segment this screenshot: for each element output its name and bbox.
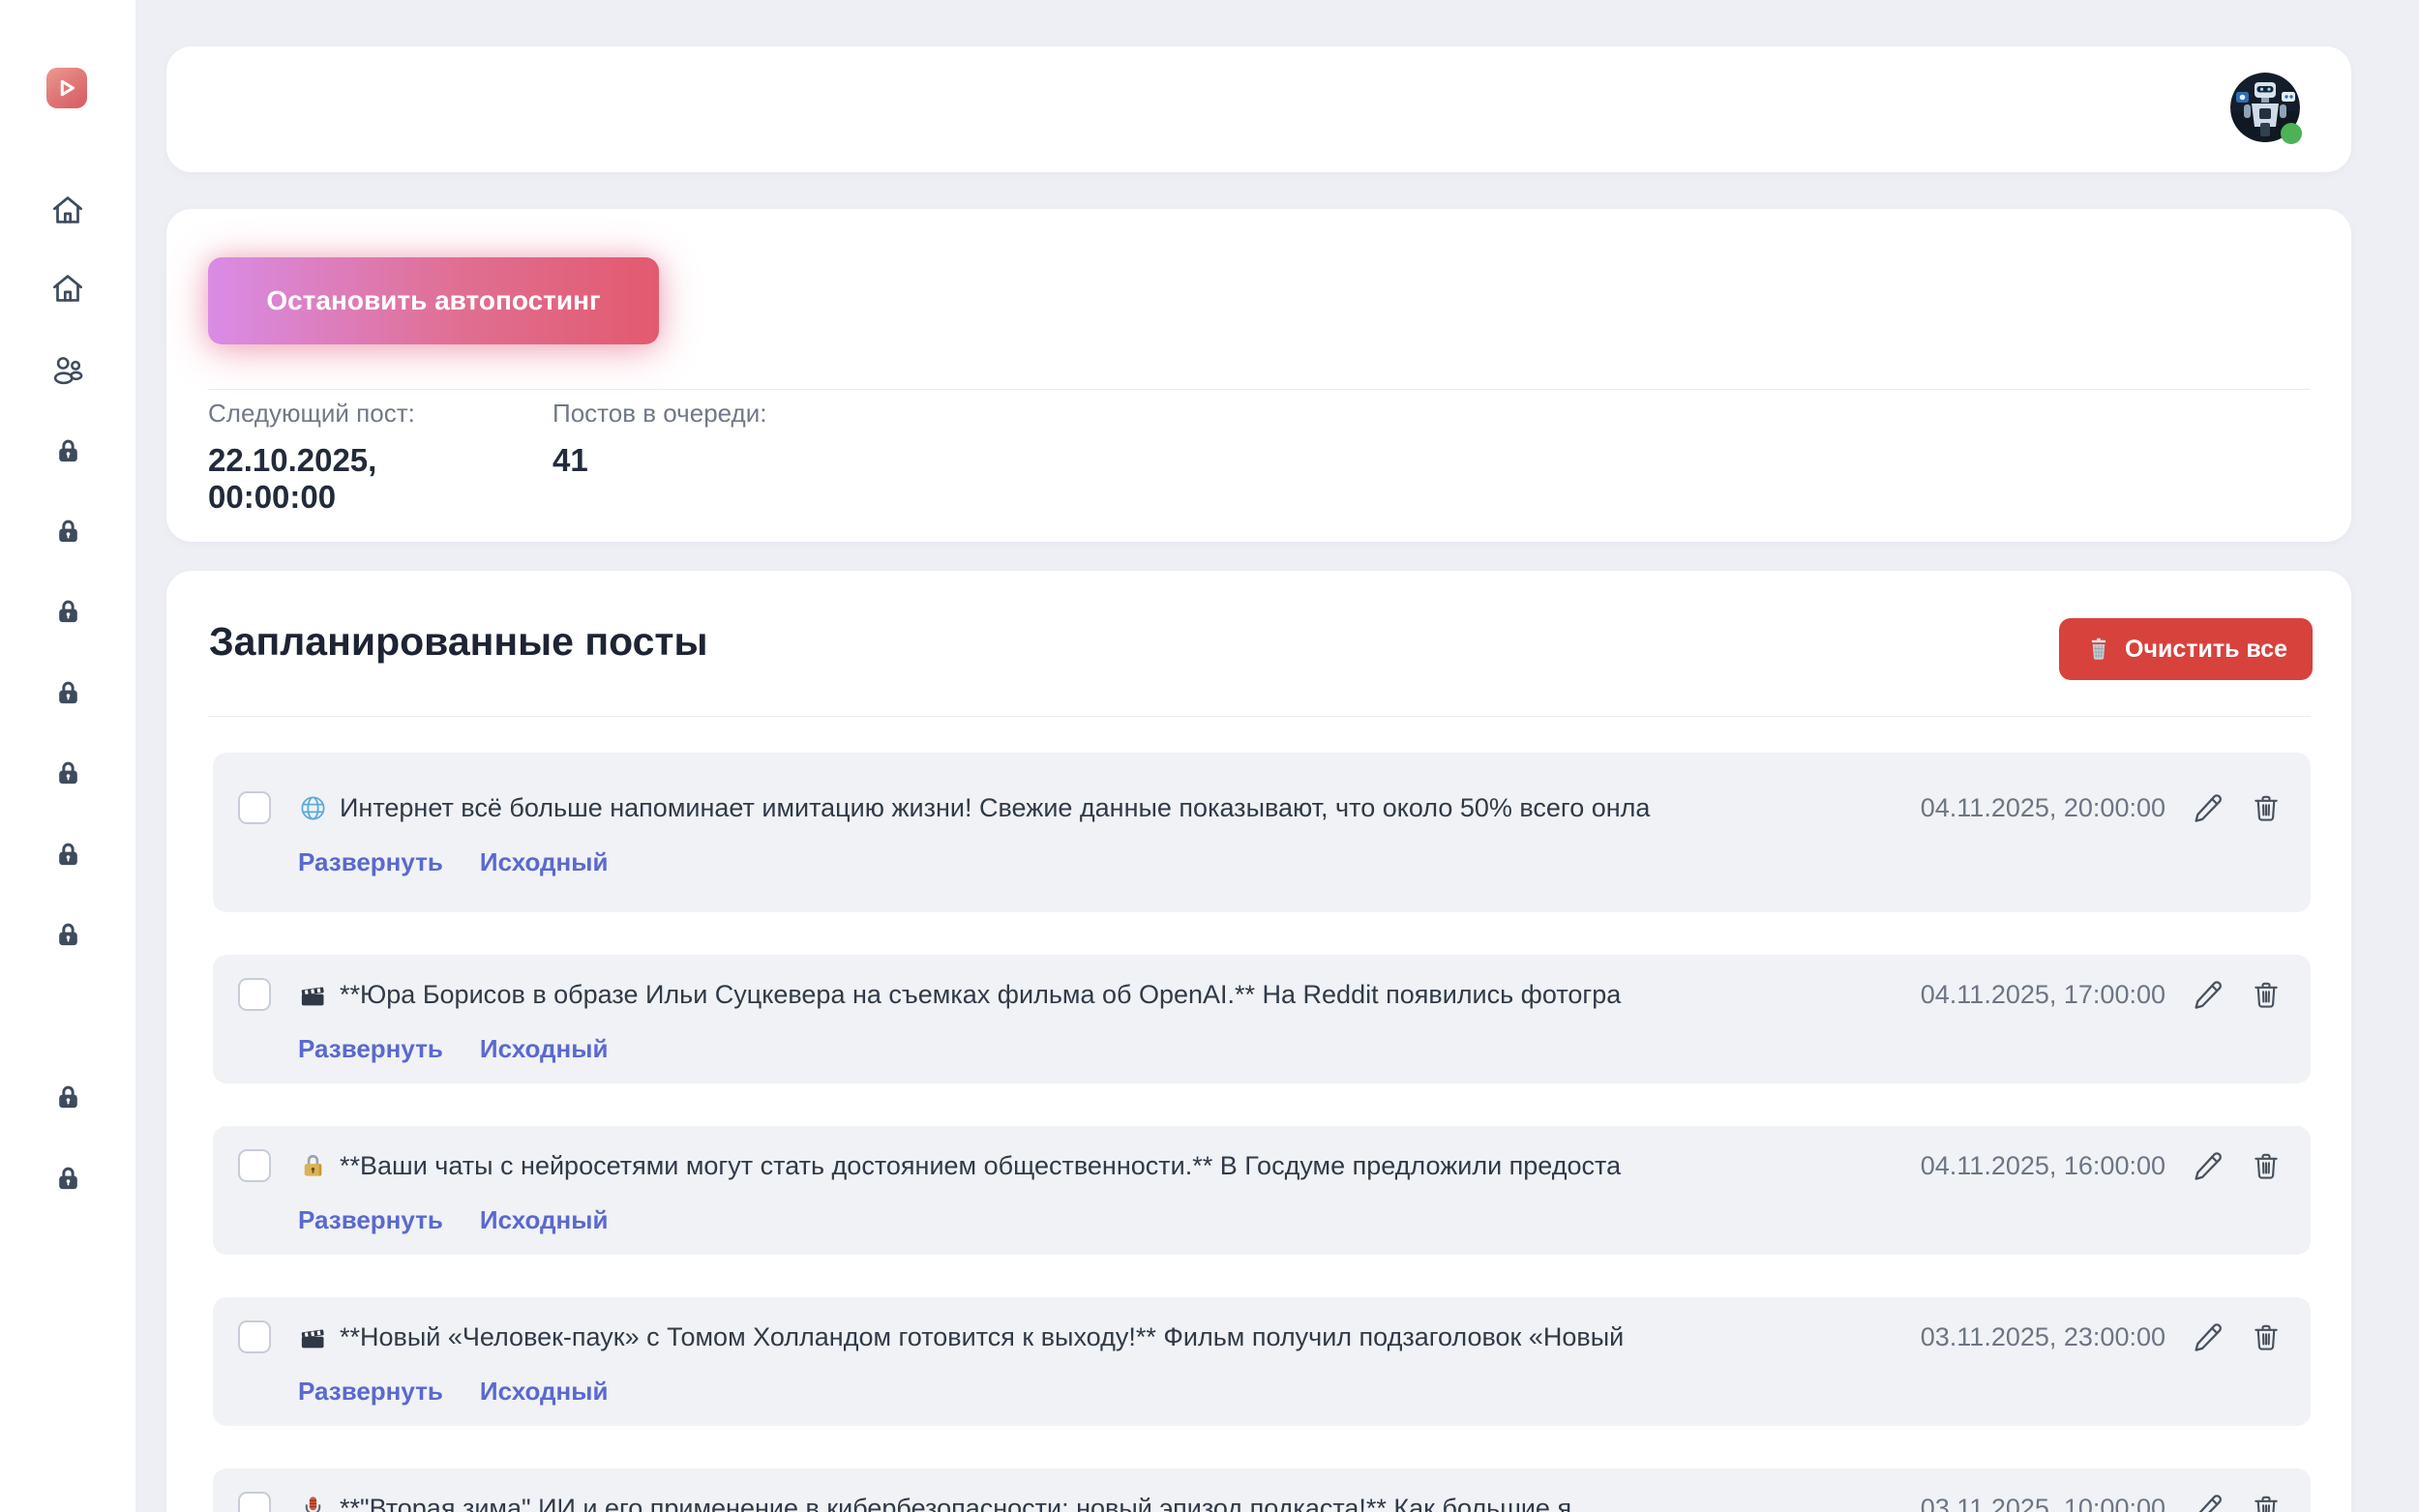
topbar [166,46,2351,172]
online-status-dot [2281,123,2302,144]
post-content: **"Вторая зима" ИИ и его применение в ки… [298,1492,1890,1512]
post-select-checkbox[interactable] [238,791,271,824]
page-title: Запланированные посты [209,619,708,664]
app-root: Остановить автопостинг Следующий пост: 2… [0,0,2419,1512]
post-row: **"Вторая зима" ИИ и его применение в ки… [213,1468,2311,1512]
post-content: **Новый «Человек-паук» с Томом Холландом… [298,1320,1890,1407]
sidebar-item-users[interactable] [48,351,87,390]
sidebar-item-home-1[interactable] [48,191,87,229]
post-row: **Новый «Человек-паук» с Томом Холландом… [213,1297,2311,1426]
sidebar [0,0,135,1512]
globe-icon [298,793,328,823]
trash-basket-icon [2084,635,2113,664]
queue-label: Постов в очереди: [552,399,767,428]
clapperboard-icon [298,980,328,1010]
lock-icon [53,920,83,950]
sidebar-item-lock-4[interactable] [48,673,87,712]
post-select-checkbox[interactable] [238,1492,271,1512]
lock-icon [53,678,83,708]
expand-link[interactable]: Развернуть [298,847,443,877]
delete-post-icon[interactable] [2251,1150,2282,1181]
source-link[interactable]: Исходный [480,1034,609,1064]
sidebar-item-lock-1[interactable] [48,431,87,470]
autoposting-stats: Следующий пост: 22.10.2025, 00:00:00 Пос… [208,399,897,516]
post-datetime: 03.11.2025, 23:00:00 [1920,1321,2165,1351]
sidebar-item-lock-6[interactable] [48,835,87,874]
expand-link[interactable]: Развернуть [298,1205,443,1235]
microphone-icon [298,1494,328,1512]
sidebar-item-lock-3[interactable] [48,592,87,631]
app-logo[interactable] [46,68,87,108]
clear-all-label: Очистить все [2125,635,2287,663]
delete-post-icon[interactable] [2251,1493,2282,1512]
next-post-label: Следующий пост: [208,399,415,428]
post-datetime: 04.11.2025, 16:00:00 [1920,1150,2165,1180]
lock-icon [53,840,83,870]
sidebar-item-lock-2[interactable] [48,512,87,550]
users-icon [50,353,85,388]
post-content: **Юра Борисов в образе Ильи Суцкевера на… [298,978,1890,1064]
sidebar-item-lock-9[interactable] [48,1159,87,1198]
sidebar-item-lock-7[interactable] [48,915,87,954]
delete-post-icon[interactable] [2251,979,2282,1010]
queue-value: 41 [552,442,588,478]
delete-post-icon[interactable] [2251,1321,2282,1352]
post-select-checkbox[interactable] [238,1320,271,1353]
post-row: Интернет всё больше напоминает имитацию … [213,753,2311,912]
expand-link[interactable]: Развернуть [298,1034,443,1064]
post-text: **Юра Борисов в образе Ильи Суцкевера на… [340,980,1622,1009]
queue-stat: Постов в очереди: 41 [552,399,843,516]
expand-link[interactable]: Развернуть [298,1377,443,1407]
source-link[interactable]: Исходный [480,1205,609,1235]
user-avatar[interactable] [2230,73,2302,144]
lock-icon [53,758,83,788]
next-post-stat: Следующий пост: 22.10.2025, 00:00:00 [208,399,498,516]
lock-icon [53,1164,83,1194]
post-row: **Ваши чаты с нейросетями могут стать до… [213,1126,2311,1255]
source-link[interactable]: Исходный [480,847,609,877]
post-select-checkbox[interactable] [238,1149,271,1182]
post-datetime: 03.11.2025, 10:00:00 [1920,1493,2165,1512]
post-text: **Новый «Человек-паук» с Томом Холландом… [340,1322,1625,1351]
post-list: Интернет всё больше напоминает имитацию … [213,753,2311,1512]
autoposting-panel: Остановить автопостинг Следующий пост: 2… [166,209,2351,542]
divider [208,389,2311,390]
edit-post-icon[interactable] [2193,1493,2224,1512]
home-icon [50,193,85,227]
lock-icon [53,517,83,547]
lock-icon [53,1082,83,1112]
post-select-checkbox[interactable] [238,978,271,1011]
lock-emoji-icon [298,1151,328,1181]
post-text: **Ваши чаты с нейросетями могут стать до… [340,1151,1622,1180]
lock-icon [53,436,83,466]
sidebar-item-lock-8[interactable] [48,1078,87,1116]
edit-post-icon[interactable] [2193,979,2224,1010]
divider [208,716,2311,717]
scheduled-posts-panel: Запланированные посты Очистить все Интер… [166,571,2351,1512]
delete-post-icon[interactable] [2251,792,2282,823]
post-text: Интернет всё больше напоминает имитацию … [340,793,1651,822]
stop-autoposting-button[interactable]: Остановить автопостинг [208,257,659,344]
source-link[interactable]: Исходный [480,1377,609,1407]
clear-all-button[interactable]: Очистить все [2059,618,2313,680]
sidebar-item-home-2[interactable] [48,269,87,308]
post-datetime: 04.11.2025, 17:00:00 [1920,979,2165,1009]
lock-icon [53,597,83,627]
clapperboard-icon [298,1322,328,1352]
next-post-value: 22.10.2025, 00:00:00 [208,442,377,515]
post-datetime: 04.11.2025, 20:00:00 [1920,792,2165,822]
edit-post-icon[interactable] [2193,1150,2224,1181]
play-logo-icon [52,74,81,103]
home-icon [50,271,85,306]
edit-post-icon[interactable] [2193,792,2224,823]
post-row: **Юра Борисов в образе Ильи Суцкевера на… [213,955,2311,1083]
post-content: Интернет всё больше напоминает имитацию … [298,791,1890,877]
sidebar-item-lock-5[interactable] [48,754,87,792]
post-content: **Ваши чаты с нейросетями могут стать до… [298,1149,1890,1235]
post-text: **"Вторая зима" ИИ и его применение в ки… [340,1494,1572,1512]
edit-post-icon[interactable] [2193,1321,2224,1352]
